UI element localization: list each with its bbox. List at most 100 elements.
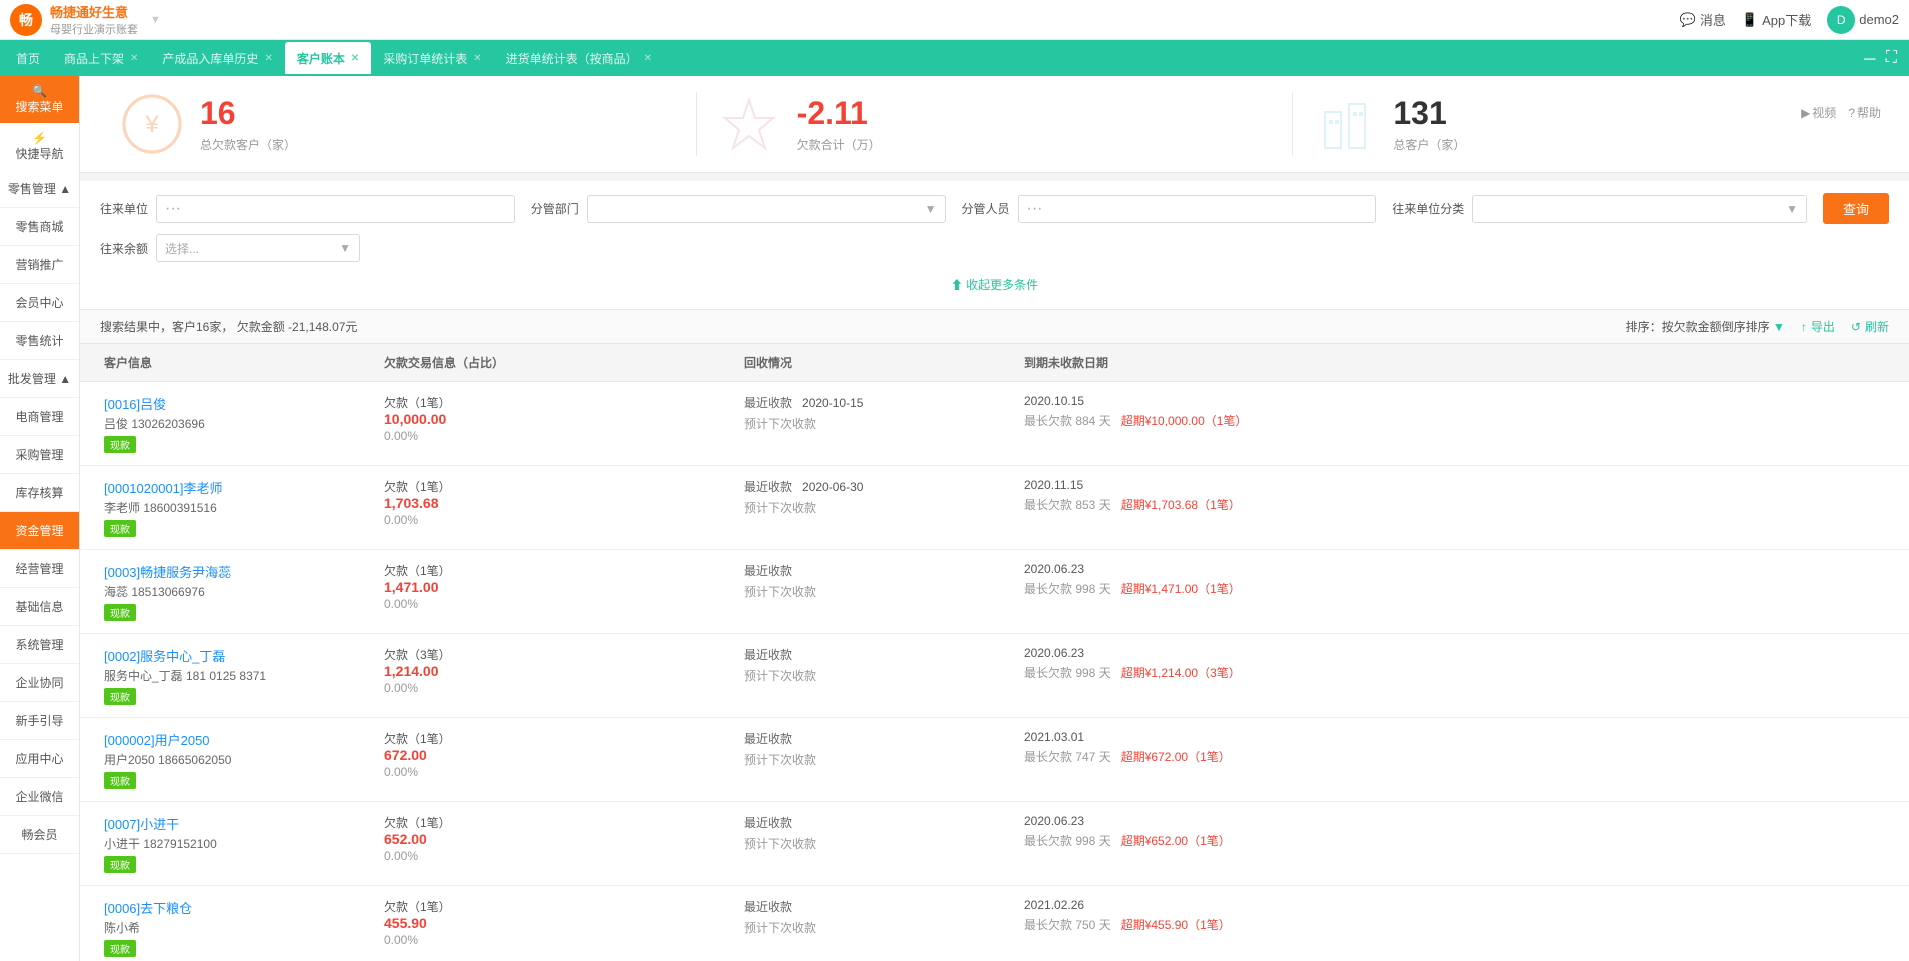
sidebar-enterprise-label: 企业协同 [15,676,63,690]
tab-product-history-close[interactable]: ✕ [264,53,272,64]
debt-info-3: 欠款（3笔） [384,646,736,663]
debt-amount-6[interactable]: 455.90 [384,915,736,931]
collapse-row[interactable]: ⬆ 收起更多条件 [100,272,1889,297]
filter-person-input[interactable]: ··· [1018,195,1377,223]
col-header-customer: 客户信息 [100,352,380,373]
user-area[interactable]: D demo2 [1827,6,1899,34]
overdue-link-1[interactable]: 超期¥1,703.68（1笔） [1121,498,1241,512]
return-next-4: 预计下次收款 [744,751,1016,768]
debt-pct-0: 0.00% [384,429,736,443]
debt-pct-2: 0.00% [384,597,736,611]
tab-minimize-btn[interactable]: － [1862,46,1878,70]
debt-pct-4: 0.00% [384,765,736,779]
sidebar-item-retail-stats[interactable]: 零售统计 [0,322,79,360]
sidebar-item-operations[interactable]: 经营管理 [0,550,79,588]
filter-dept-label: 分管部门 [531,200,579,217]
cell-return-3: 最近收款 预计下次收款 [740,644,1020,686]
sidebar-item-member-vip[interactable]: 畅会员 [0,816,79,854]
customer-name-4[interactable]: [000002]用户2050 [104,730,376,749]
sidebar-item-retail-mgmt[interactable]: 零售管理 ▲ [0,170,79,208]
debt-info-2: 欠款（1笔） [384,562,736,579]
customer-name-3[interactable]: [0002]服务中心_丁磊 [104,646,376,665]
debt-amount-5[interactable]: 652.00 [384,831,736,847]
tab-purchase-stats-close[interactable]: ✕ [473,53,481,64]
debt-amount-4[interactable]: 672.00 [384,747,736,763]
tab-product-off[interactable]: 商品上下架 ✕ [52,42,150,74]
overdue-link-0[interactable]: 超期¥10,000.00（1笔） [1121,414,1248,428]
sidebar-item-newcomer[interactable]: 新手引导 [0,702,79,740]
debt-amount-3[interactable]: 1,214.00 [384,663,736,679]
customer-name-2[interactable]: [0003]畅捷服务尹海蕊 [104,562,376,581]
help-btn[interactable]: ? 帮助 [1848,104,1881,121]
sidebar-item-retail-mall[interactable]: 零售商城 [0,208,79,246]
overdue-link-3[interactable]: 超期¥1,214.00（3笔） [1121,666,1241,680]
filter-from-unit-input[interactable]: ··· [156,195,515,223]
filter-balance-select[interactable]: 选择... ▼ [156,234,360,262]
content-area: ¥ 16 总欠款客户（家） -2.11 欠款合计（万） [80,76,1909,961]
sidebar-item-marketing[interactable]: 营销推广 [0,246,79,284]
tab-customer-account-close[interactable]: ✕ [351,53,359,64]
app-download-btn[interactable]: 📱 App下载 [1742,10,1811,29]
export-icon: ↑ [1801,320,1807,334]
sidebar-inventory-label: 库存核算 [15,486,63,500]
sidebar-item-quick-nav[interactable]: ⚡ 快捷导航 [0,123,79,170]
tab-home[interactable]: 首页 [4,42,52,74]
due-date-5: 2020.06.23 [1024,814,1885,828]
sidebar-item-batch-mgmt[interactable]: 批发管理 ▲ [0,360,79,398]
video-btn[interactable]: ▶ 视频 [1801,104,1836,121]
sidebar-search[interactable]: 🔍 搜索菜单 [0,76,79,123]
sidebar-item-ecommerce[interactable]: 电商管理 [0,398,79,436]
debt-amount-1[interactable]: 1,703.68 [384,495,736,511]
sidebar-item-finance[interactable]: 资金管理 [0,512,79,550]
tab-import-stats[interactable]: 进货单统计表（按商品） ✕ [494,42,664,74]
tab-product-off-close[interactable]: ✕ [130,53,138,64]
tab-import-stats-close[interactable]: ✕ [644,53,652,64]
results-actions: 排序：按欠款金额倒序排序 ▼ ↑ 导出 ↺ 刷新 [1626,318,1889,335]
filter-unit-category-select[interactable]: ▼ [1472,195,1807,223]
overdue-link-5[interactable]: 超期¥652.00（1笔） [1121,834,1231,848]
sidebar-item-purchase[interactable]: 采购管理 [0,436,79,474]
customer-name-1[interactable]: [0001020001]李老师 [104,478,376,497]
tab-product-history[interactable]: 产成品入库单历史 ✕ [150,42,284,74]
tab-purchase-stats[interactable]: 采购订单统计表 ✕ [371,42,493,74]
cell-overdue-5: 2020.06.23 最长欠款 998 天 超期¥652.00（1笔） [1020,812,1889,851]
sidebar-item-inventory[interactable]: 库存核算 [0,474,79,512]
customer-name-0[interactable]: [0016]吕俊 [104,394,376,413]
customer-name-5[interactable]: [0007]小进干 [104,814,376,833]
debt-amount-0[interactable]: 10,000.00 [384,411,736,427]
person-dots: ··· [1027,200,1043,218]
search-icon: 🔍 [4,84,75,98]
sidebar-app-center-label: 应用中心 [15,752,63,766]
balance-placeholder: 选择... [165,240,199,257]
message-btn[interactable]: 💬 消息 [1680,10,1726,29]
overdue-link-4[interactable]: 超期¥672.00（1笔） [1121,750,1231,764]
customer-name-6[interactable]: [0006]去下粮仓 [104,898,376,917]
filter-unit-category-label: 往来单位分类 [1392,200,1464,217]
sidebar-item-basic-info[interactable]: 基础信息 [0,588,79,626]
stat-top-right-actions: ▶ 视频 ? 帮助 [1801,100,1881,121]
return-info-4: 最近收款 [744,730,1016,747]
search-button[interactable]: 查询 [1823,193,1889,224]
overdue-link-6[interactable]: 超期¥455.90（1笔） [1121,918,1231,932]
sidebar-item-app-center[interactable]: 应用中心 [0,740,79,778]
sidebar-item-members[interactable]: 会员中心 [0,284,79,322]
refresh-btn[interactable]: ↺ 刷新 [1851,318,1889,335]
filter-unit-category: 往来单位分类 ▼ [1392,195,1807,223]
sidebar-ecommerce-label: 电商管理 [15,410,63,424]
tab-customer-account[interactable]: 客户账本 ✕ [285,42,371,74]
export-btn[interactable]: ↑ 导出 [1801,318,1835,335]
overdue-info-5: 最长欠款 998 天 超期¥652.00（1笔） [1024,832,1885,849]
cell-overdue-4: 2021.03.01 最长欠款 747 天 超期¥672.00（1笔） [1020,728,1889,767]
sidebar-item-enterprise[interactable]: 企业协同 [0,664,79,702]
sort-dropdown-icon[interactable]: ▼ [1773,320,1785,334]
sidebar-item-system[interactable]: 系统管理 [0,626,79,664]
table-row: [0001020001]李老师 李老师 18600391516 现款 欠款（1笔… [80,466,1909,550]
filter-dept-select[interactable]: ▼ [587,195,946,223]
tab-maximize-btn[interactable]: ⛶ [1886,49,1897,67]
sidebar-item-wechat[interactable]: 企业微信 [0,778,79,816]
from-unit-dots: ··· [165,200,181,218]
debt-amount-2[interactable]: 1,471.00 [384,579,736,595]
refresh-icon: ↺ [1851,320,1861,334]
top-bar: 畅 畅捷通好生意 母婴行业演示账套 ▼ 💬 消息 📱 App下载 D demo2 [0,0,1909,40]
overdue-link-2[interactable]: 超期¥1,471.00（1笔） [1121,582,1241,596]
